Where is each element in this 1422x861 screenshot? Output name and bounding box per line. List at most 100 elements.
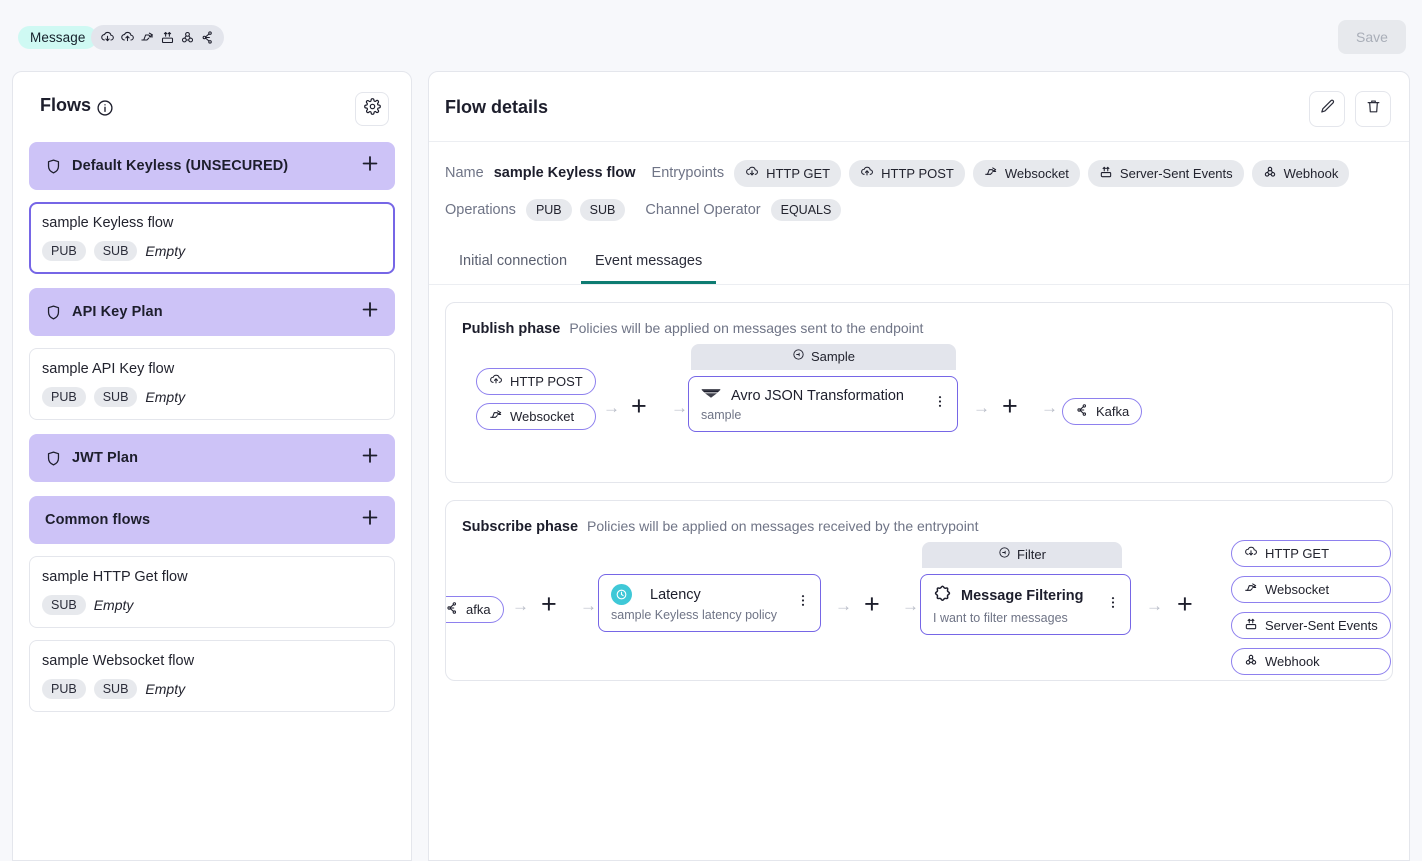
publish-add-policy-button[interactable]: + (631, 393, 647, 420)
http-get-icon (100, 30, 115, 45)
entrypoint-chip-server-sent-events: Server-Sent Events (1087, 159, 1244, 187)
entrypoints-label: Entrypoints (651, 165, 725, 181)
subscribe-add-policy-button-1[interactable]: + (541, 591, 557, 618)
connector-arrow: → (671, 398, 688, 417)
edit-flow-button[interactable] (1309, 91, 1345, 127)
operation-chip-sub: SUB (93, 241, 138, 261)
flow-card-sample-http-get-flow[interactable]: sample HTTP Get flow SUB Empty (29, 556, 395, 628)
save-button[interactable]: Save (1338, 20, 1406, 54)
entrypoint-label: Webhook (1283, 165, 1339, 181)
add-flow-button[interactable] (359, 445, 381, 472)
node-subtitle: I want to filter messages (933, 611, 1068, 625)
kafka-icon (1075, 403, 1089, 420)
publish-entrypoints: HTTP POST Websocket (476, 368, 596, 430)
node-menu-button[interactable] (795, 593, 811, 614)
flow-card-sample-api-key-flow[interactable]: sample API Key flow PUB SUB Empty (29, 348, 395, 420)
publish-channel-tag: Sample (691, 344, 956, 370)
websocket-icon (140, 30, 155, 45)
plan-header-default-keyless[interactable]: Default Keyless (UNSECURED) (29, 142, 395, 190)
subscribe-source-kafka[interactable]: afka (446, 596, 504, 623)
page-title: Flow details (445, 97, 549, 117)
publish-entrypoint-http-post[interactable]: HTTP POST (476, 368, 596, 395)
plan-name: JWT Plan (72, 450, 139, 466)
plan-header-api-key-plan[interactable]: API Key Plan (29, 288, 395, 336)
webhook-icon (180, 30, 195, 45)
policy-node-latency[interactable]: Latency sample Keyless latency policy (598, 574, 821, 632)
http-post-icon (489, 373, 503, 390)
subscribe-entrypoint-websocket[interactable]: Websocket (1231, 576, 1391, 603)
flow-name: sample API Key flow (42, 361, 175, 377)
publish-add-endpoint-policy-button[interactable]: + (1002, 393, 1018, 420)
channel-operator-label: Channel Operator (645, 202, 761, 218)
tab-initial-connection[interactable]: Initial connection (445, 243, 581, 284)
delete-flow-button[interactable] (1355, 91, 1391, 127)
subscribe-phase-name: Subscribe phase (462, 519, 579, 535)
flow-status: Empty (145, 389, 186, 405)
plan-header-common-flows[interactable]: Common flows (29, 496, 395, 544)
connector-arrow: → (603, 398, 620, 417)
publish-phase-canvas: HTTP POST Websocket → + → Sample Avro JS… (446, 337, 1392, 482)
subscribe-entrypoint-http-get[interactable]: HTTP GET (1231, 540, 1391, 567)
endpoint-label: Kafka (1096, 404, 1130, 419)
node-menu-button[interactable] (1105, 594, 1121, 615)
connector-arrow: → (512, 596, 529, 615)
channel-icon (998, 546, 1011, 562)
subscribe-add-policy-button-2[interactable]: + (864, 591, 880, 618)
flow-meta-row-name: Name sample Keyless flow Entrypoints HTT… (445, 158, 1393, 188)
flow-card-sample-keyless-flow[interactable]: sample Keyless flow PUB SUB Empty (29, 202, 395, 274)
kafka-icon (200, 30, 215, 45)
flow-details-header: Flow details (429, 72, 1409, 142)
flows-settings-button[interactable] (355, 92, 389, 126)
node-subtitle: sample (701, 408, 742, 422)
publish-entrypoint-websocket[interactable]: Websocket (476, 403, 596, 430)
flow-name: sample Websocket flow (42, 653, 195, 669)
add-flow-button[interactable] (359, 153, 381, 180)
flow-name: sample HTTP Get flow (42, 569, 188, 585)
flows-title: Flows (40, 95, 92, 115)
flow-card-sample-websocket-flow[interactable]: sample Websocket flow PUB SUB Empty (29, 640, 395, 712)
shield-icon (45, 450, 62, 467)
entrypoint-label: HTTP POST (881, 165, 954, 181)
webhook-icon (1263, 165, 1277, 182)
entrypoint-chip-http-post: HTTP POST (849, 159, 965, 187)
flow-tabs: Initial connection Event messages (429, 243, 1409, 285)
subscribe-entrypoint-server-sent-events[interactable]: Server-Sent Events (1231, 612, 1391, 639)
flow-details-panel: Flow details Name sample Keyless flow En… (428, 71, 1410, 861)
flow-operations: PUB SUB Empty (42, 387, 380, 407)
connector-arrow: → (580, 596, 597, 615)
policy-node-avro-json-transformation[interactable]: Avro JSON Transformation sample (688, 376, 958, 432)
entrypoint-label: HTTP GET (1265, 546, 1330, 561)
entrypoint-label: HTTP POST (510, 374, 583, 389)
source-label: afka (466, 602, 491, 617)
subscribe-phase-description: Policies will be applied on messages rec… (587, 518, 979, 534)
subscribe-add-entrypoint-policy-button[interactable]: + (1177, 591, 1193, 618)
message-badge: Message (18, 26, 98, 49)
flow-status: Empty (145, 681, 186, 697)
kafka-icon (446, 601, 459, 618)
connector-arrow: → (1041, 398, 1058, 417)
subscribe-entrypoints: HTTP GET Websocket Server-Sent Events We… (1231, 540, 1391, 675)
node-header: Latency (611, 584, 808, 605)
policy-node-message-filtering[interactable]: Message Filtering I want to filter messa… (920, 574, 1131, 635)
add-flow-button[interactable] (359, 299, 381, 326)
entrypoint-label: Server-Sent Events (1119, 165, 1233, 181)
publish-endpoint-kafka[interactable]: Kafka (1062, 398, 1143, 425)
node-menu-button[interactable] (932, 394, 948, 415)
add-flow-button[interactable] (359, 507, 381, 534)
operation-chip-pub: PUB (42, 387, 86, 407)
node-title: Message Filtering (961, 588, 1084, 604)
http-get-icon (1244, 545, 1258, 562)
connector-arrow: → (835, 596, 852, 615)
pencil-icon (1319, 98, 1336, 120)
connector-arrow: → (1146, 596, 1163, 615)
websocket-icon (1244, 581, 1258, 598)
tab-event-messages[interactable]: Event messages (581, 243, 717, 284)
operation-chip-sub: SUB (579, 199, 626, 221)
info-icon[interactable] (96, 99, 114, 122)
flows-sidebar: Flows Default Keyless (UNSECURED) sample… (12, 71, 412, 861)
connector-arrow: → (902, 596, 919, 615)
subscribe-entrypoint-webhook[interactable]: Webhook (1231, 648, 1391, 675)
plan-header-jwt-plan[interactable]: JWT Plan (29, 434, 395, 482)
name-value: sample Keyless flow (493, 165, 636, 181)
channel-tag-label: Sample (810, 348, 856, 364)
